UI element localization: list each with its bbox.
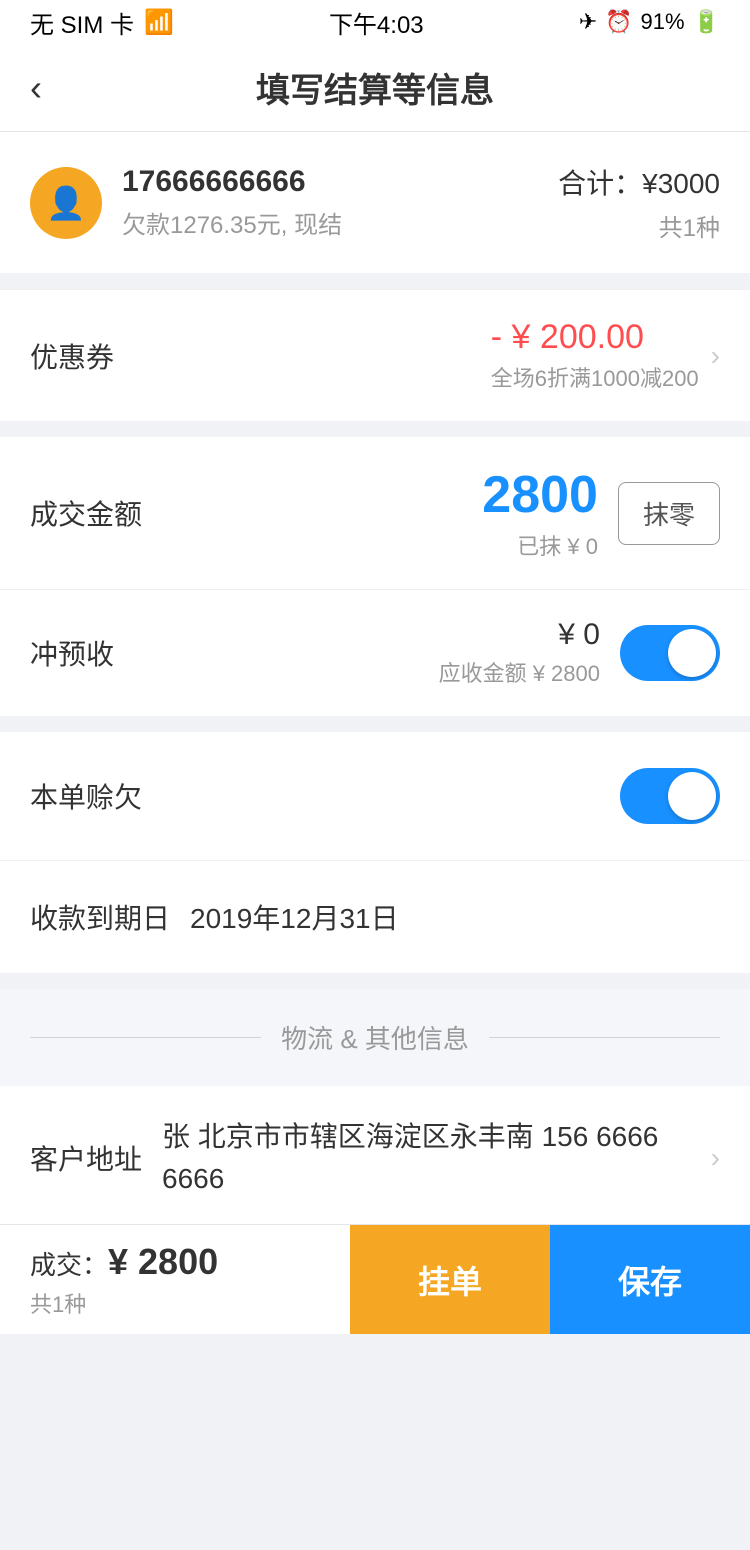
prepaid-value-block: ¥ 0 应收金额 ¥ 2800 (439, 618, 600, 688)
user-phone: 17666666666 (122, 165, 342, 199)
due-date-value: 2019年12月31日 (190, 897, 399, 937)
save-button[interactable]: 保存 (550, 1225, 750, 1334)
amount-value-block: 2800 已抹 ¥ 0 (482, 465, 598, 561)
toggle-knob (668, 629, 716, 677)
prepaid-number: ¥ 0 (439, 618, 600, 652)
location-icon: ✈ (579, 9, 597, 35)
battery-label: 91% (641, 9, 685, 35)
hang-button[interactable]: 挂单 (350, 1225, 550, 1334)
user-total: 合计：¥3000 共1种 (558, 162, 720, 243)
bottom-bar: 成交：¥ 2800 共1种 挂单 保存 (0, 1224, 750, 1334)
bottom-summary: 成交：¥ 2800 共1种 (0, 1225, 350, 1334)
prepaid-toggle[interactable] (620, 625, 720, 681)
page-title: 填写结算等信息 (256, 63, 494, 112)
debt-row: 本单赊欠 (0, 732, 750, 860)
user-debt: 欠款1276.35元, 现结 (122, 205, 342, 240)
coupon-label: 优惠券 (30, 336, 114, 376)
total-amount: 合计：¥3000 (558, 162, 720, 202)
section-gap-2 (0, 716, 750, 732)
sim-label: 无 SIM 卡 (30, 5, 134, 40)
status-left: 无 SIM 卡 📶 (30, 5, 174, 40)
item-count: 共1种 (558, 208, 720, 243)
battery-icon: 🔋 (693, 9, 720, 35)
amount-right: 2800 已抹 ¥ 0 抹零 (482, 465, 720, 561)
address-row[interactable]: 客户地址 张 北京市市辖区海淀区永丰南 156 6666 6666 › (0, 1086, 750, 1230)
prepaid-sub: 应收金额 ¥ 2800 (439, 656, 600, 688)
status-time: 下午4:03 (329, 5, 424, 40)
nav-bar: ‹ 填写结算等信息 (0, 44, 750, 132)
summary-label: 成交： (30, 1250, 108, 1280)
logistics-divider: 物流 & 其他信息 (0, 989, 750, 1086)
summary-count: 共1种 (30, 1287, 320, 1319)
status-right: ✈ ⏰ 91% 🔋 (579, 9, 720, 35)
back-button[interactable]: ‹ (30, 67, 42, 109)
divider-text: 物流 & 其他信息 (261, 1019, 489, 1056)
round-button[interactable]: 抹零 (618, 482, 720, 545)
summary-amount: ¥ 2800 (108, 1241, 218, 1282)
coupon-desc: 全场6折满1000减200 (491, 361, 699, 393)
divider-line-left (30, 1037, 261, 1038)
due-date-label: 收款到期日 (30, 897, 170, 937)
content-area: 👤 17666666666 欠款1276.35元, 现结 合计：¥3000 共1… (0, 132, 750, 1550)
wifi-icon: 📶 (144, 8, 174, 37)
prepaid-label: 冲预收 (30, 633, 114, 673)
avatar-icon: 👤 (46, 184, 86, 222)
debt-toggle-knob (668, 772, 716, 820)
debt-toggle[interactable] (620, 768, 720, 824)
divider-line-right (489, 1037, 720, 1038)
section-gap-1 (0, 421, 750, 437)
avatar: 👤 (30, 167, 102, 239)
alarm-icon: ⏰ (605, 9, 632, 35)
user-card: 👤 17666666666 欠款1276.35元, 现结 合计：¥3000 共1… (0, 132, 750, 273)
section-gap-3 (0, 973, 750, 989)
address-label: 客户地址 (30, 1138, 142, 1178)
coupon-amount: - ¥ 200.00 (491, 318, 699, 357)
prepaid-right: ¥ 0 应收金额 ¥ 2800 (439, 618, 720, 688)
coupon-row[interactable]: 优惠券 - ¥ 200.00 全场6折满1000减200 › (0, 289, 750, 421)
coupon-right: - ¥ 200.00 全场6折满1000减200 › (491, 318, 720, 393)
amount-label: 成交金额 (30, 493, 142, 533)
amount-number: 2800 (482, 466, 598, 524)
due-date-row: 收款到期日 2019年12月31日 (0, 860, 750, 973)
bottom-summary-top: 成交：¥ 2800 (30, 1241, 320, 1283)
user-info: 17666666666 欠款1276.35元, 现结 (122, 165, 342, 240)
coupon-chevron-icon: › (711, 340, 720, 372)
status-bar: 无 SIM 卡 📶 下午4:03 ✈ ⏰ 91% 🔋 (0, 0, 750, 44)
address-chevron-icon: › (711, 1142, 720, 1174)
address-value: 张 北京市市辖区海淀区永丰南 156 6666 6666 (162, 1116, 711, 1200)
prepaid-row: 冲预收 ¥ 0 应收金额 ¥ 2800 (0, 589, 750, 716)
debt-label: 本单赊欠 (30, 776, 142, 816)
amount-sub: 已抹 ¥ 0 (482, 529, 598, 561)
transaction-amount-row: 成交金额 2800 已抹 ¥ 0 抹零 (0, 437, 750, 589)
